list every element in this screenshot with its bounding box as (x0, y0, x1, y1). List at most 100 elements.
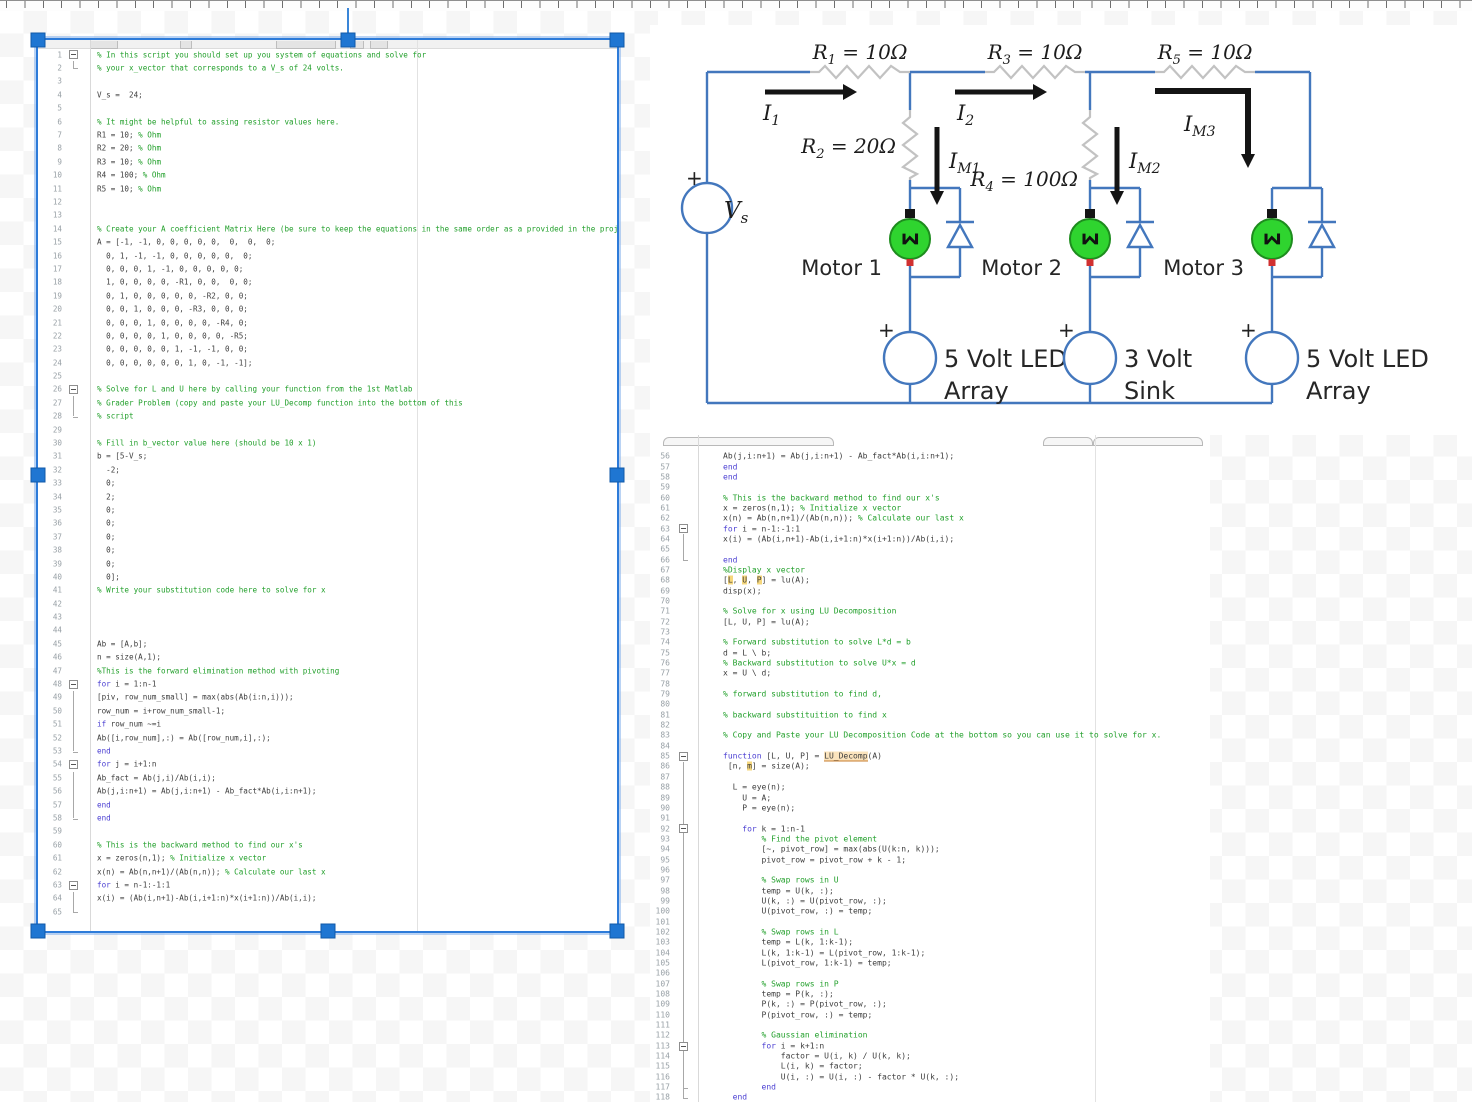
selection-handle-bottom-center[interactable] (320, 923, 336, 939)
code-fold-extent (683, 1051, 684, 1088)
line-number: 51 (52, 719, 62, 729)
code-text: R5 = 10; % Ohm (97, 184, 162, 194)
line-number: 47 (52, 666, 62, 676)
line-number: 43 (52, 612, 62, 622)
line-number: 95 (660, 855, 670, 865)
code-text: -2; (97, 465, 120, 475)
code-text: 0; (97, 559, 116, 569)
code-text: for j = i+1:n (97, 759, 157, 769)
selection-handle-mid-left[interactable] (30, 467, 46, 483)
code-text: Ab_fact = Ab(j,i)/Ab(i,i); (97, 773, 216, 783)
code-line: 104 L(k, 1:k-1) = L(pivot_row, 1:k-1); (650, 948, 1210, 958)
code-fold-extent (73, 771, 74, 819)
code-lines: 56 Ab(j,i:n+1) = Ab(j,i:n+1) - Ab_fact*Ab… (650, 451, 1210, 1102)
code-line: 8 R2 = 20; % Ohm (38, 142, 617, 155)
code-line: 98 temp = U(k, :); (650, 885, 1210, 895)
selected-code-image[interactable]: 1 % In this script you should set up you … (36, 38, 619, 933)
selection-handle-top-center[interactable] (340, 32, 356, 48)
code-text: % Fill in b_vector value here (should be… (97, 438, 317, 448)
code-text: P(pivot_row, :) = temp; (723, 1010, 873, 1020)
code-fold-toggle[interactable] (69, 680, 78, 689)
code-line: 50 row_num = i+row_num_small-1; (38, 704, 617, 717)
line-number: 57 (52, 800, 62, 810)
line-number: 17 (52, 264, 62, 274)
line-number: 58 (660, 472, 670, 482)
selection-handle-bottom-left[interactable] (30, 923, 46, 939)
line-number: 113 (655, 1041, 670, 1051)
circuit-diagram-image[interactable]: + Vs R1 = 10Ω R3 = 10Ω R5 = 10Ω R2 = 20Ω… (650, 25, 1472, 435)
code-line: 85 function [L, U, P] = LU_Decomp(A) (650, 751, 1210, 762)
line-number: 69 (660, 586, 670, 596)
code-line: 36 0; (38, 517, 617, 530)
line-number: 8 (57, 143, 62, 153)
selection-handle-bottom-right[interactable] (609, 923, 625, 939)
code-fold-toggle[interactable] (69, 760, 78, 770)
lu-decomp-code-image[interactable]: 56 Ab(j,i:n+1) = Ab(j,i:n+1) - Ab_fact*Ab… (650, 435, 1210, 1102)
code-line: 23 0, 0, 0, 0, 0, 1, -1, -1, 0, 0; (38, 343, 617, 356)
line-number: 34 (52, 492, 62, 502)
code-fold-toggle[interactable] (679, 751, 688, 761)
code-fold-toggle[interactable] (679, 824, 688, 834)
code-text: % In this script you should set up you s… (97, 50, 427, 60)
code-line: 45 Ab = [A,b]; (38, 637, 617, 650)
code-text: %Display x vector (723, 565, 805, 575)
code-fold-toggle[interactable] (679, 524, 688, 534)
motor-3-terminal-bottom (1268, 259, 1276, 266)
code-text: temp = U(k, :); (723, 886, 834, 896)
code-fold-toggle[interactable] (679, 1041, 688, 1051)
code-line: 105 L(pivot_row, 1:k-1) = temp; (650, 958, 1210, 968)
code-line: 114 factor = U(i, k) / U(k, k); (650, 1051, 1210, 1061)
selection-handle-top-right[interactable] (609, 32, 625, 48)
line-number: 15 (52, 237, 62, 247)
code-fold-toggle[interactable] (69, 881, 78, 890)
code-text: 0; (97, 518, 116, 528)
code-text: L(k, 1:k-1) = L(pivot_row, 1:k-1); (723, 948, 926, 958)
code-text: end (761, 1082, 776, 1092)
line-number: 35 (52, 505, 62, 515)
code-line: 87 (650, 772, 1210, 782)
line-number: 45 (52, 639, 62, 649)
code-text: % Write your substitution code here to s… (97, 585, 326, 595)
line-number: 94 (660, 844, 670, 854)
code-line: 49 [piv, row_num_small] = max(abs(Ab(i:n,… (38, 691, 617, 704)
code-line: 66 end (650, 554, 1210, 564)
line-number: 28 (52, 411, 62, 421)
code-text: % It might be helpful to assing resistor… (97, 117, 340, 127)
code-line: 57 end (38, 798, 617, 811)
selection-handle-top-left[interactable] (30, 32, 46, 48)
code-text: L = eye(n); (723, 782, 786, 792)
code-line: 32 -2; (38, 463, 617, 476)
line-number: 39 (52, 559, 62, 569)
code-line: 96 (650, 865, 1210, 875)
code-text: 0, 0, 0, 1, -1, 0, 0, 0, 0, 0; (97, 264, 244, 274)
code-text: % Forward substitution to solve L*d = b (723, 637, 911, 647)
code-line: 53 end (38, 744, 617, 757)
code-line: 54 for j = i+1:n (38, 758, 617, 771)
code-line: 74 % Forward substitution to solve L*d = … (650, 637, 1210, 647)
code-line: 2 % your x_vector that corresponds to a V… (38, 61, 617, 74)
line-number: 85 (660, 751, 670, 761)
code-text: L(pivot_row, 1:k-1) = temp; (723, 958, 892, 968)
code-text: U(k, :) = U(pivot_row, :); (723, 896, 887, 906)
line-number: 111 (655, 1020, 670, 1030)
code-line: 17 0, 0, 0, 1, -1, 0, 0, 0, 0, 0; (38, 262, 617, 275)
code-line: 78 (650, 679, 1210, 689)
code-fold-toggle[interactable] (69, 385, 78, 395)
line-number: 62 (660, 513, 670, 523)
code-line: 63 for i = n-1:-1:1 (650, 523, 1210, 533)
line-number: 103 (655, 937, 670, 947)
line-number: 61 (660, 503, 670, 513)
code-line: 102 % Swap rows in L (650, 927, 1210, 937)
code-line: 59 (38, 825, 617, 838)
code-text: row_num = i+row_num_small-1; (97, 706, 226, 716)
code-fold-toggle[interactable] (69, 50, 78, 60)
code-text: 0; (97, 505, 116, 515)
code-line: 110 P(pivot_row, :) = temp; (650, 1010, 1210, 1020)
code-line: 93 % Find the pivot element (650, 834, 1210, 844)
selection-handle-mid-right[interactable] (609, 467, 625, 483)
line-number: 64 (52, 893, 62, 903)
code-line: 33 0; (38, 477, 617, 490)
code-text: x = zeros(n,1); % Initialize x vector (97, 853, 267, 863)
code-line: 15 A = [-1, -1, 0, 0, 0, 0, 0, 0, 0, 0; (38, 235, 617, 248)
line-number: 89 (660, 793, 670, 803)
